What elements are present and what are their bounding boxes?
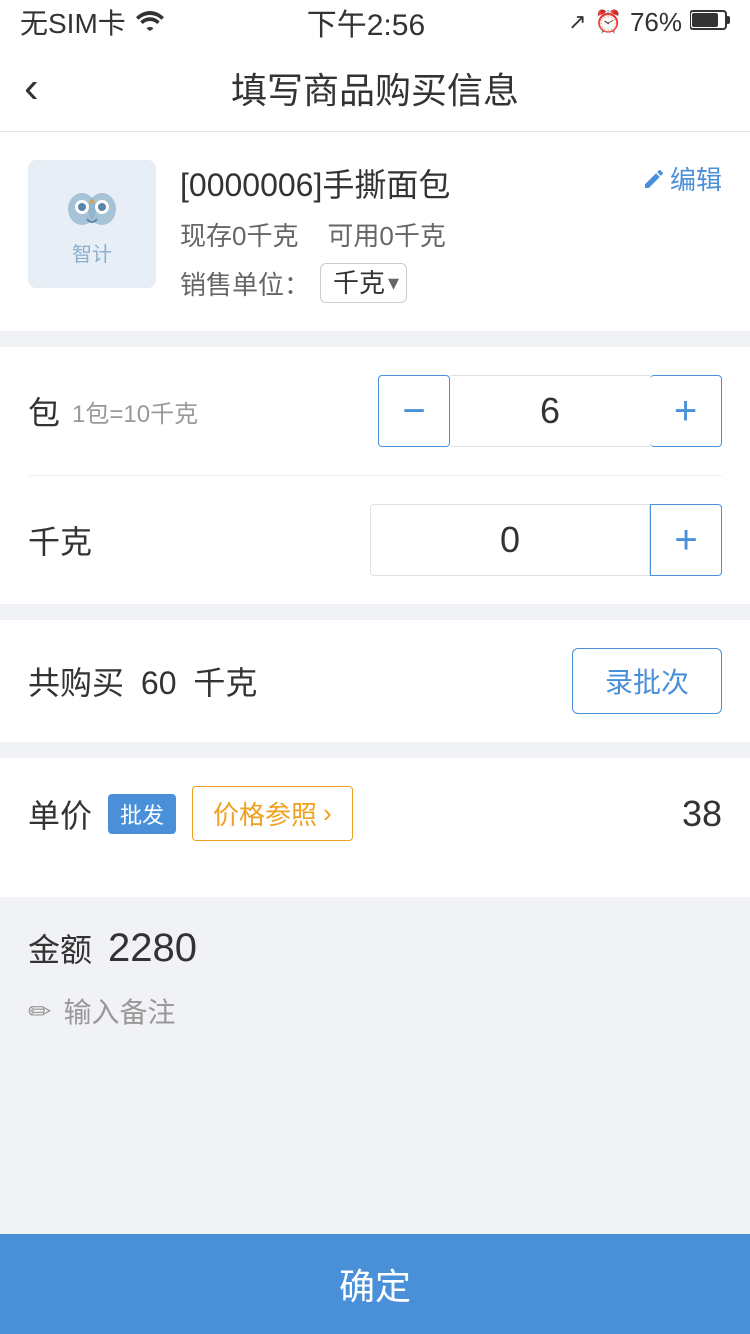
confirm-label: 确定 [339, 1258, 411, 1310]
total-section: 共购买 60 千克 录批次 [0, 620, 750, 742]
bag-minus-button[interactable]: − [378, 375, 450, 447]
nav-bar: ‹ 填写商品购买信息 [0, 44, 750, 132]
confirm-button[interactable]: 确定 [0, 1234, 750, 1334]
batch-tag: 批发 [108, 794, 176, 834]
stock-text: 现存0千克 [180, 221, 298, 251]
pencil-icon: ✏ [28, 995, 51, 1028]
kg-label: 千克 [28, 517, 92, 563]
product-unit-row: 销售单位： 千克 [180, 263, 722, 303]
page-title: 填写商品购买信息 [231, 62, 519, 114]
thumb-text: 智计 [72, 238, 112, 267]
product-name: [0000006]手撕面包 [180, 160, 450, 206]
amount-value: 2280 [108, 926, 197, 971]
carrier-label: 无SIM卡 [20, 2, 126, 42]
back-icon: ‹ [24, 63, 39, 112]
edit-label: 编辑 [670, 160, 722, 197]
wifi-icon [136, 6, 164, 38]
status-left: 无SIM卡 [20, 2, 164, 42]
edit-icon [642, 167, 666, 191]
kg-input-row: 千克 + [28, 476, 722, 604]
edit-button[interactable]: 编辑 [642, 160, 722, 197]
amount-label: 金额 [28, 925, 92, 971]
product-stock: 现存0千克 可用0千克 [180, 216, 722, 253]
price-section: 单价 批发 价格参照 › 38 [0, 758, 750, 897]
unit-label: 销售单位： [180, 265, 310, 302]
product-top-row: [0000006]手撕面包 编辑 [180, 160, 722, 216]
remark-row[interactable]: ✏ 输入备注 [28, 991, 722, 1031]
unit-select[interactable]: 千克 [320, 263, 407, 303]
bag-hint: 1包=10千克 [72, 394, 198, 429]
price-label: 单价 [28, 791, 92, 837]
status-bar: 无SIM卡 下午2:56 ↗ ⏰ 76% [0, 0, 750, 44]
alarm-icon: ⏰ [595, 9, 622, 35]
available-text: 可用0千克 [327, 221, 445, 251]
total-amount: 60 [141, 665, 177, 701]
price-ref-label: 价格参照 [213, 795, 317, 832]
kg-quantity-control: + [370, 504, 722, 576]
price-ref-button[interactable]: 价格参照 › [192, 786, 353, 841]
total-text-group: 共购买 60 千克 [28, 658, 257, 704]
total-label: 共购买 [28, 665, 124, 701]
status-right: ↗ ⏰ 76% [568, 7, 730, 38]
batch-button[interactable]: 录批次 [572, 648, 722, 714]
price-label-row: 单价 批发 价格参照 › [28, 786, 353, 841]
product-card: 智计 [0000006]手撕面包 编辑 现存0千克 可用0千克 销售单位： 千克 [0, 132, 750, 331]
price-value: 38 [682, 793, 722, 835]
price-row: 单价 批发 价格参照 › 38 [28, 786, 722, 841]
battery-label: 76% [630, 7, 682, 38]
kg-plus-button[interactable]: + [650, 504, 722, 576]
bag-quantity-input[interactable] [450, 375, 650, 447]
bag-label-group: 包 1包=10千克 [28, 388, 198, 434]
bag-input-row: 包 1包=10千克 − + [28, 347, 722, 476]
kg-quantity-input[interactable] [370, 504, 650, 576]
location-icon: ↗ [568, 9, 586, 35]
bag-label: 包 [28, 388, 60, 434]
bottom-spacer [0, 1059, 750, 1179]
kg-label-group: 千克 [28, 517, 92, 563]
quantity-section: 包 1包=10千克 − + 千克 + [0, 347, 750, 604]
amount-section: 金额 2280 ✏ 输入备注 [0, 897, 750, 1059]
amount-row: 金额 2280 [28, 925, 722, 971]
bag-plus-button[interactable]: + [650, 375, 722, 447]
total-unit: 千克 [193, 665, 257, 701]
status-time: 下午2:56 [307, 0, 425, 44]
owl-logo-icon [57, 181, 127, 236]
battery-icon [690, 7, 730, 38]
product-info: [0000006]手撕面包 编辑 现存0千克 可用0千克 销售单位： 千克 [180, 160, 722, 303]
back-button[interactable]: ‹ [24, 63, 39, 113]
product-thumbnail: 智计 [28, 160, 156, 288]
remark-placeholder: 输入备注 [63, 991, 175, 1031]
bag-quantity-control: − + [378, 375, 722, 447]
unit-select-wrap[interactable]: 千克 [320, 263, 407, 303]
price-ref-arrow: › [323, 798, 332, 829]
